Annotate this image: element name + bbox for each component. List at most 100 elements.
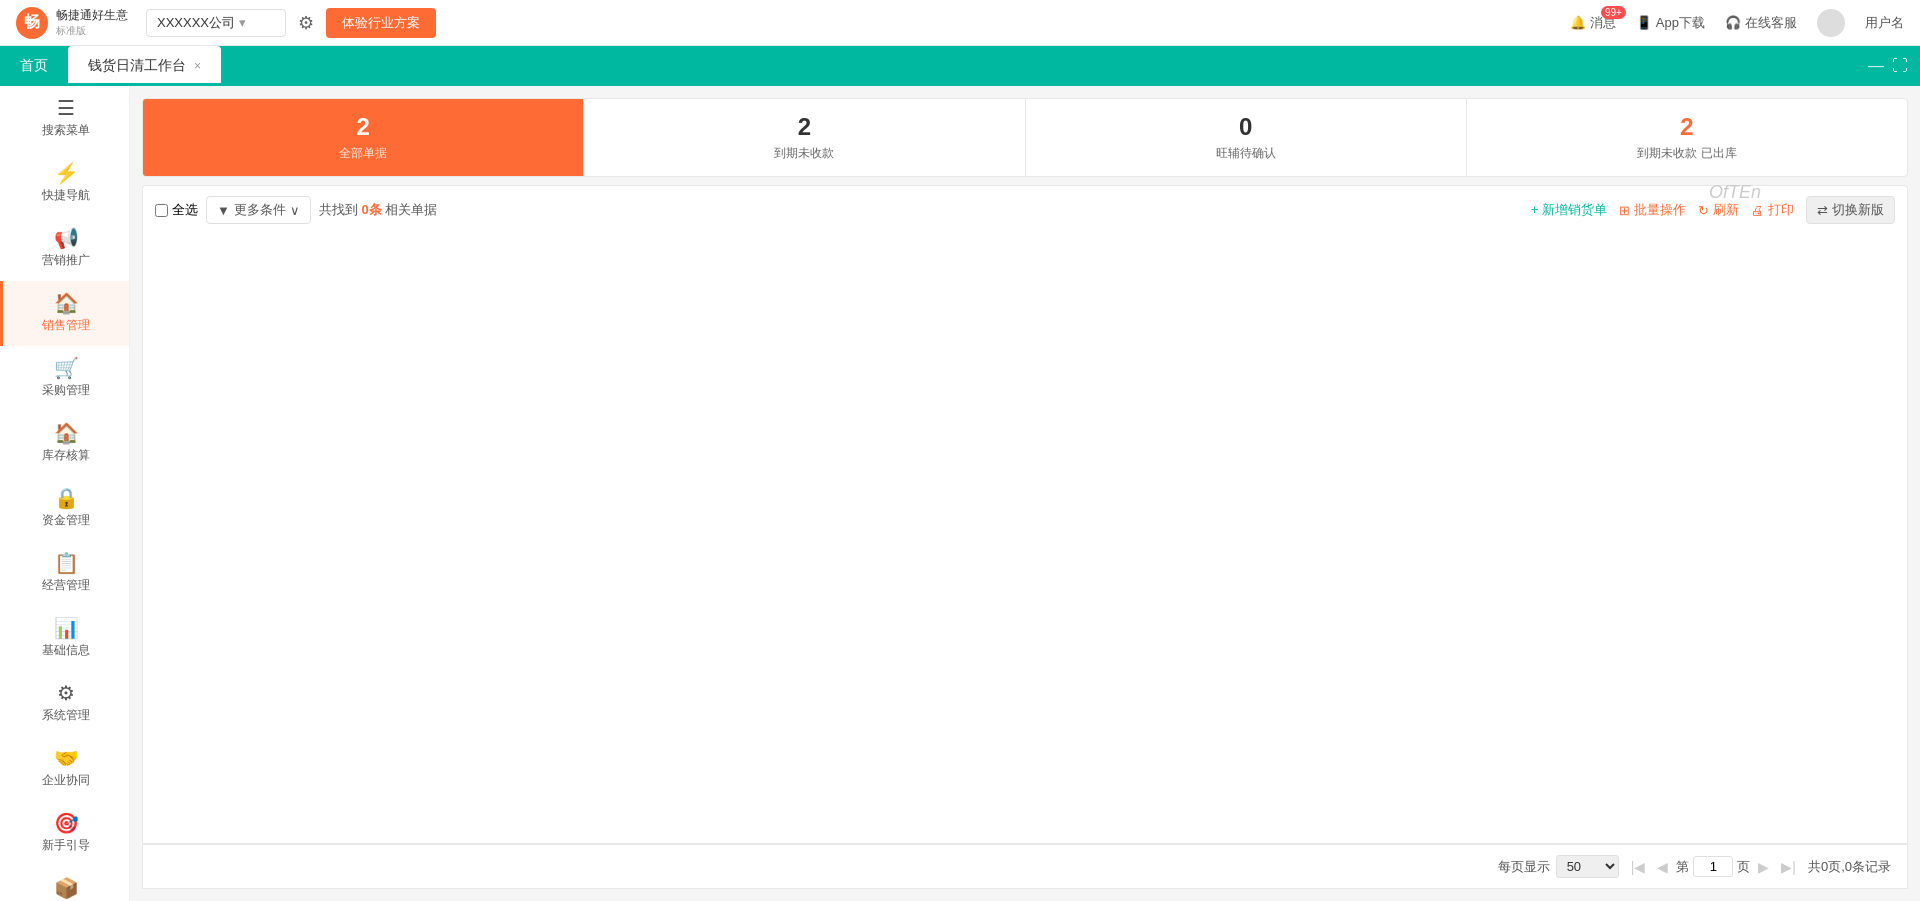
stats-cards: 2 全部单据 2 到期未收款 0 旺辅待确认 2 到期未收款 已出库 [142,98,1908,177]
notifications-item[interactable]: 🔔 消息 99+ [1570,14,1616,32]
switch-icon: ⇄ [1817,203,1828,218]
sidebar-item-basic-info[interactable]: 📊 基础信息 [0,606,129,671]
tab-active[interactable]: 钱货日清工作台 × [68,46,221,86]
sales-icon: 🏠 [54,293,79,313]
prev-page-button[interactable]: ◀ [1653,859,1672,875]
settings-icon[interactable]: ⚙ [298,12,314,34]
sidebar-item-quick-nav[interactable]: ⚡ 快捷导航 [0,151,129,216]
switch-label: 切换新版 [1832,201,1884,219]
found-count: 0条 [362,202,382,217]
sidebar-item-guide[interactable]: 🎯 新手引导 [0,801,129,866]
sidebar-item-finance[interactable]: 🔒 资金管理 [0,476,129,541]
sidebar-label-enterprise: 企业协同 [42,772,90,789]
stat-number-all: 2 [356,113,369,141]
per-page-select[interactable]: 50 [1556,855,1619,878]
stat-label-pending: 旺辅待确认 [1216,145,1276,162]
toolbar: 全选 ▼ 更多条件 ∨ 共找到 0条 相关单据 + 新增销货单 ⊞ 批量操作 [142,185,1908,234]
filter-chevron-icon: ∨ [290,203,300,218]
found-text: 共找到 0条 相关单据 [319,201,437,219]
found-prefix: 共找到 [319,202,358,217]
system-icon: ⚙ [57,683,75,703]
tab-active-label: 钱货日清工作台 [88,57,186,75]
tab-home[interactable]: 首页 [0,46,68,86]
inventory-icon: 🏠 [54,423,79,443]
sidebar-label-sales: 销售管理 [42,317,90,334]
headset-icon: 🎧 [1725,15,1741,30]
download-icon: 📱 [1636,15,1652,30]
logo-area: 畅 畅捷通好生意 标准版 [16,7,146,39]
avatar[interactable] [1817,9,1845,37]
filter-label: 更多条件 [234,201,286,219]
last-page-button[interactable]: ▶| [1777,859,1800,875]
sidebar-item-operations[interactable]: 📋 经营管理 [0,541,129,606]
sidebar-label-search-menu: 搜索菜单 [42,122,90,139]
select-all-checkbox[interactable]: 全选 [155,201,198,219]
print-button[interactable]: 🖨 打印 [1751,201,1794,219]
sidebar-item-app-center[interactable]: 📦 应用中心 [0,866,129,901]
filter-button[interactable]: ▼ 更多条件 ∨ [206,196,311,224]
pagination-bar: 每页显示 50 |◀ ◀ 第 页 ▶ ▶| 共0页,0条记录 [142,844,1908,889]
tab-maximize-icon[interactable]: ⛶ [1892,57,1908,75]
sidebar-label-quick-nav: 快捷导航 [42,187,90,204]
tab-close-icon[interactable]: × [194,59,201,73]
sidebar-item-enterprise[interactable]: 🤝 企业协同 [0,736,129,801]
filter-icon: ▼ [217,203,230,218]
tab-minimize-icon[interactable]: — [1868,57,1884,75]
online-service-item[interactable]: 🎧 在线客服 [1725,14,1797,32]
company-dropdown-arrow: ▾ [239,15,246,30]
stat-card-overdue[interactable]: 2 到期未收款 [584,99,1025,176]
page-label2: 页 [1737,858,1750,876]
stat-number-overdue: 2 [798,113,811,141]
refresh-button[interactable]: ↻ 刷新 [1698,201,1739,219]
page-label: 第 [1676,858,1689,876]
print-icon: 🖨 [1751,203,1764,218]
logo-line1: 畅捷通好生意 [56,8,128,24]
select-all-input[interactable] [155,204,168,217]
stat-card-all[interactable]: 2 全部单据 [143,99,584,176]
page-input[interactable] [1693,856,1733,877]
sidebar-label-basic-info: 基础信息 [42,642,90,659]
page-nav: |◀ ◀ 第 页 ▶ ▶| [1627,856,1800,877]
sidebar-item-marketing[interactable]: 📢 营销推广 [0,216,129,281]
sidebar-item-system[interactable]: ⚙ 系统管理 [0,671,129,736]
logo-icon: 畅 [16,7,48,39]
sidebar-item-purchase[interactable]: 🛒 采购管理 [0,346,129,411]
main-layout: ☰ 搜索菜单 ⚡ 快捷导航 📢 营销推广 🏠 销售管理 🛒 采购管理 🏠 库存核… [0,86,1920,901]
trial-button[interactable]: 体验行业方案 [326,8,436,38]
stat-number-pending: 0 [1239,113,1252,141]
total-info: 共0页,0条记录 [1808,858,1891,876]
switch-version-button[interactable]: ⇄ 切换新版 [1806,196,1895,224]
stat-card-overdue-shipped[interactable]: 2 到期未收款 已出库 [1467,99,1907,176]
app-center-icon: 📦 [54,878,79,898]
nav-tabs: 首页 钱货日清工作台 × — ⛶ [0,46,1920,86]
sidebar-item-search-menu[interactable]: ☰ 搜索菜单 [0,86,129,151]
sidebar-item-inventory[interactable]: 🏠 库存核算 [0,411,129,476]
search-menu-icon: ☰ [57,98,75,118]
sidebar-item-sales[interactable]: 🏠 销售管理 [0,281,129,346]
quick-nav-icon: ⚡ [54,163,79,183]
bell-icon: 🔔 [1570,15,1586,30]
stat-card-pending[interactable]: 0 旺辅待确认 [1026,99,1467,176]
logo-text: 畅捷通好生意 标准版 [56,8,128,37]
company-selector[interactable]: XXXXXX公司 ▾ [146,9,286,37]
found-suffix: 相关单据 [385,202,437,217]
refresh-label: 刷新 [1713,201,1739,219]
toolbar-left: 全选 ▼ 更多条件 ∨ 共找到 0条 相关单据 [155,196,437,224]
marketing-icon: 📢 [54,228,79,248]
add-sale-button[interactable]: + 新增销货单 [1531,201,1607,219]
finance-icon: 🔒 [54,488,79,508]
next-page-button[interactable]: ▶ [1754,859,1773,875]
first-page-button[interactable]: |◀ [1627,859,1650,875]
stat-label-overdue-shipped: 到期未收款 已出库 [1637,145,1736,162]
top-right-area: 🔔 消息 99+ 📱 App下载 🎧 在线客服 用户名 [1570,9,1904,37]
online-service-label: 在线客服 [1745,14,1797,32]
username: 用户名 [1865,14,1904,32]
select-all-label: 全选 [172,201,198,219]
purchase-icon: 🛒 [54,358,79,378]
app-download-item[interactable]: 📱 App下载 [1636,14,1705,32]
batch-operation-button[interactable]: ⊞ 批量操作 [1619,201,1686,219]
print-label: 打印 [1768,201,1794,219]
nav-tabs-right: — ⛶ [1868,57,1920,75]
sidebar-label-guide: 新手引导 [42,837,90,854]
basic-info-icon: 📊 [54,618,79,638]
